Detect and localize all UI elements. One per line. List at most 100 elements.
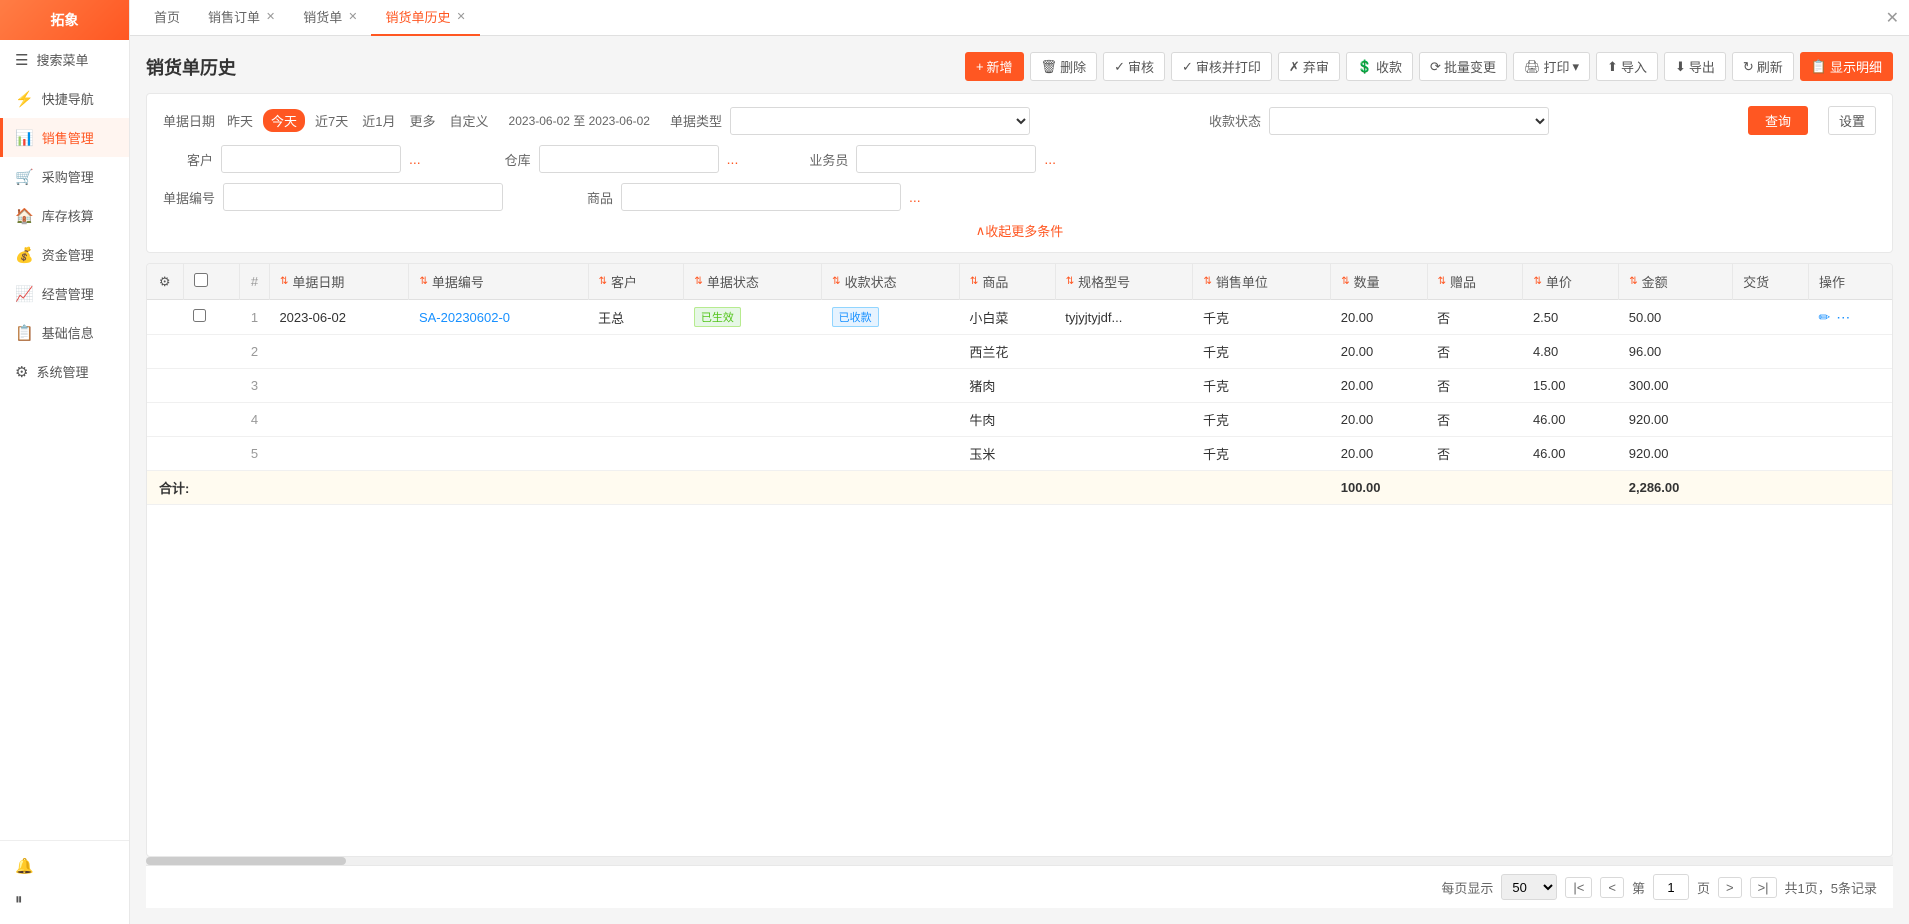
- th-customer[interactable]: ⇅ 客户: [588, 264, 684, 300]
- export-button[interactable]: ⬇ 导出: [1664, 52, 1726, 81]
- sidebar-pause[interactable]: ⏸: [0, 883, 129, 916]
- doc-type-select[interactable]: [730, 107, 1030, 135]
- import-button[interactable]: ⬆ 导入: [1596, 52, 1658, 81]
- tab-sales-history[interactable]: 销货单历史 ✕: [371, 0, 479, 36]
- payment-status-select[interactable]: [1269, 107, 1549, 135]
- row-checkbox[interactable]: [193, 309, 206, 322]
- cell-doc-status: [684, 369, 822, 403]
- th-goods-label: 商品: [982, 272, 1008, 291]
- warehouse-input[interactable]: [539, 145, 719, 173]
- cell-amount: 920.00: [1619, 437, 1733, 471]
- 1month-shortcut[interactable]: 近1月: [358, 109, 399, 132]
- edit-action-icon[interactable]: ✏: [1818, 309, 1830, 326]
- sidebar-item-quick-nav[interactable]: ⚡ 快捷导航: [0, 79, 129, 118]
- select-all-checkbox[interactable]: [194, 273, 208, 287]
- batch-change-button[interactable]: ⟳ 批量变更: [1419, 52, 1507, 81]
- yesterday-shortcut[interactable]: 昨天: [223, 109, 257, 132]
- th-amount[interactable]: ⇅ 金额: [1619, 264, 1733, 300]
- tab-close-all-button[interactable]: ✕: [1886, 8, 1899, 28]
- salesperson-ellipsis-button[interactable]: ...: [1044, 151, 1056, 167]
- customer-ellipsis-button[interactable]: ...: [409, 151, 421, 167]
- tab-sales-order[interactable]: 销售订单 ✕: [194, 0, 289, 36]
- sidebar-item-purchase-mgmt[interactable]: 🛒 采购管理: [0, 157, 129, 196]
- payment-status-badge: 已收款: [832, 307, 879, 327]
- collect-button[interactable]: 💲 收款: [1346, 52, 1413, 81]
- summary-total-qty: 100.00: [1331, 471, 1427, 505]
- cell-checkbox: [183, 369, 239, 403]
- table-row: 1 2023-06-02 SA-20230602-0 王总 已生效 已收款 小白…: [147, 300, 1892, 335]
- th-num: #: [239, 264, 269, 300]
- sidebar-notifications[interactable]: 🔔: [0, 849, 129, 883]
- table-header-row: ⚙ # ⇅ 单据日期 ⇅ 单据编号: [147, 264, 1892, 300]
- more-action-icon[interactable]: ⋯: [1836, 309, 1850, 326]
- tab-sales-order-close[interactable]: ✕: [266, 10, 275, 23]
- horizontal-scrollbar[interactable]: [146, 857, 1893, 865]
- sidebar-item-base-info[interactable]: 📋 基础信息: [0, 313, 129, 352]
- tab-sales-history-close[interactable]: ✕: [457, 10, 466, 23]
- collapse-filter-button[interactable]: ∧ 收起更多条件: [163, 221, 1876, 240]
- th-date[interactable]: ⇅ 单据日期: [269, 264, 409, 300]
- doc-no-input[interactable]: [223, 183, 503, 211]
- tab-sales-goods[interactable]: 销货单 ✕: [289, 0, 371, 36]
- page-number-input[interactable]: [1653, 874, 1689, 900]
- th-doc-status[interactable]: ⇅ 单据状态: [684, 264, 822, 300]
- add-button[interactable]: + 新增: [965, 52, 1024, 81]
- last-page-button[interactable]: >|: [1750, 877, 1777, 898]
- cell-unit: 千克: [1193, 369, 1331, 403]
- data-table-container: ⚙ # ⇅ 单据日期 ⇅ 单据编号: [146, 263, 1893, 857]
- doc-no-link[interactable]: SA-20230602-0: [419, 310, 510, 325]
- audit-button[interactable]: ✓ 审核: [1103, 52, 1165, 81]
- tab-home[interactable]: 首页: [140, 0, 194, 36]
- th-payment-status[interactable]: ⇅ 收款状态: [822, 264, 960, 300]
- warehouse-ellipsis-button[interactable]: ...: [727, 151, 739, 167]
- customer-input[interactable]: [221, 145, 401, 173]
- first-page-button[interactable]: |<: [1565, 877, 1592, 898]
- th-unit[interactable]: ⇅ 销售单位: [1193, 264, 1331, 300]
- print-button[interactable]: 🖨 打印 ▾: [1513, 52, 1590, 81]
- cell-transaction: [1733, 369, 1809, 403]
- toolbar: + 新增 🗑 删除 ✓ 审核 ✓ 审核并打印 ✗ 弃审: [965, 52, 1893, 81]
- th-qty[interactable]: ⇅ 数量: [1331, 264, 1427, 300]
- th-unit-price[interactable]: ⇅ 单价: [1523, 264, 1619, 300]
- sidebar-item-search-menu[interactable]: ☰ 搜索菜单: [0, 40, 129, 79]
- show-detail-button[interactable]: 📋 显示明细: [1800, 52, 1893, 81]
- sys-mgmt-icon: ⚙: [15, 363, 28, 381]
- audit-print-button[interactable]: ✓ 审核并打印: [1171, 52, 1272, 81]
- salesperson-input[interactable]: [856, 145, 1036, 173]
- cell-gear: [147, 300, 183, 335]
- th-gift[interactable]: ⇅ 赠品: [1427, 264, 1523, 300]
- custom-shortcut[interactable]: 自定义: [446, 109, 493, 132]
- th-spec[interactable]: ⇅ 规格型号: [1055, 264, 1193, 300]
- cell-doc-no: [409, 437, 588, 471]
- scrollbar-thumb[interactable]: [146, 857, 346, 865]
- cell-action: [1808, 335, 1892, 369]
- sidebar-item-inventory-calc[interactable]: 🏠 库存核算: [0, 196, 129, 235]
- goods-input[interactable]: [621, 183, 901, 211]
- delete-label: 删除: [1060, 57, 1086, 76]
- goods-ellipsis-button[interactable]: ...: [909, 189, 921, 205]
- refresh-button[interactable]: ↻ 刷新: [1732, 52, 1794, 81]
- 7days-shortcut[interactable]: 近7天: [311, 109, 352, 132]
- delete-button[interactable]: 🗑 删除: [1030, 52, 1098, 81]
- sidebar-item-ops-mgmt[interactable]: 📈 经营管理: [0, 274, 129, 313]
- ops-icon: 📈: [15, 285, 34, 303]
- sidebar-item-sys-mgmt[interactable]: ⚙ 系统管理: [0, 352, 129, 391]
- tab-sales-goods-close[interactable]: ✕: [348, 10, 357, 23]
- tab-sales-goods-label: 销货单: [303, 7, 342, 26]
- sidebar-item-finance-mgmt[interactable]: 💰 资金管理: [0, 235, 129, 274]
- prev-page-button[interactable]: <: [1600, 877, 1624, 898]
- query-button[interactable]: 查询: [1748, 106, 1808, 135]
- more-shortcut[interactable]: 更多: [406, 109, 440, 132]
- today-shortcut[interactable]: 今天: [263, 109, 305, 132]
- sidebar-item-sales-mgmt[interactable]: 📊 销售管理: [0, 118, 129, 157]
- abandon-button[interactable]: ✗ 弃审: [1278, 52, 1340, 81]
- doc-no-field: 单据编号: [163, 183, 503, 211]
- next-page-button[interactable]: >: [1718, 877, 1742, 898]
- th-goods[interactable]: ⇅ 商品: [959, 264, 1055, 300]
- settings-filter-button[interactable]: 设置: [1828, 106, 1876, 135]
- th-doc-no[interactable]: ⇅ 单据编号: [409, 264, 588, 300]
- batch-change-label: 批量变更: [1444, 57, 1496, 76]
- th-settings[interactable]: ⚙: [147, 264, 183, 300]
- page-size-select[interactable]: 50 10 20 100: [1501, 874, 1557, 900]
- sidebar-item-label: 销售管理: [42, 128, 94, 147]
